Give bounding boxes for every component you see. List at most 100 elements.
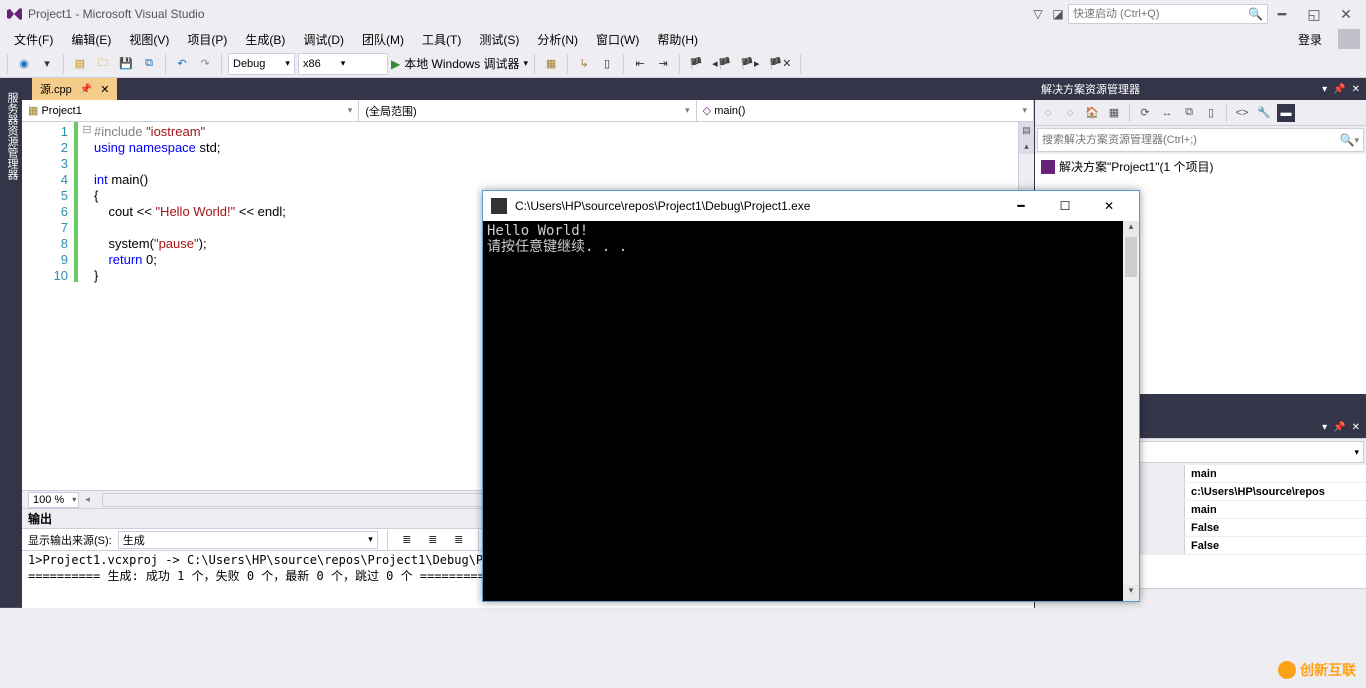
login-link[interactable]: 登录 [1290,29,1330,50]
save-all-button[interactable]: ⧉ [139,53,159,75]
hscroll-left-button[interactable]: ◂ [85,494,90,505]
solution-explorer-header[interactable]: 解决方案资源管理器 ▾📌✕ [1035,78,1366,100]
config-dropdown[interactable]: Debug▾ [228,53,295,75]
search-icon[interactable]: 🔍 [1248,7,1263,21]
project-dropdown[interactable]: ▦ Project1▾ [22,100,359,121]
menu-test[interactable]: 测试(S) [471,29,527,50]
menu-file[interactable]: 文件(F) [6,29,61,50]
toolbar-btn-c[interactable]: ▯ [597,53,617,75]
undo-button[interactable]: ↶ [172,53,192,75]
bookmark-clear-button[interactable]: 🏴✕ [766,53,795,75]
search-icon[interactable]: 🔍 [1340,133,1355,147]
quick-launch[interactable]: 🔍 [1068,4,1268,24]
standard-toolbar: ◉ ▾ ▤ 🗀 💾 ⧉ ↶ ↷ Debug▾ x86▾ ▶ 本地 Windows… [0,50,1366,78]
output-source-dropdown[interactable]: 生成▾ [118,531,378,549]
new-project-button[interactable]: ▤ [70,53,90,75]
output-btn-1[interactable]: ≣ [397,529,417,551]
outline-gutter[interactable]: ⊟ [80,122,94,490]
console-scroll-up[interactable]: ▴ [1123,221,1139,237]
console-minimize-button[interactable]: ━ [999,192,1043,220]
open-button[interactable]: 🗀 [93,53,113,75]
menu-view[interactable]: 视图(V) [121,29,177,50]
document-tab-source[interactable]: 源.cpp 📌 ✕ [32,78,117,100]
pin-icon[interactable]: 📌 [1333,422,1345,433]
close-icon[interactable]: ✕ [1352,422,1360,433]
console-window[interactable]: C:\Users\HP\source\repos\Project1\Debug\… [482,190,1140,602]
platform-dropdown[interactable]: x86▾ [298,53,388,75]
line-number-gutter: 12345678910 [22,122,72,490]
start-debug-button[interactable]: ▶ 本地 Windows 调试器 ▾ [391,55,528,72]
se-sync-button[interactable]: ▦ [1105,104,1123,122]
close-button[interactable]: ✕ [1332,6,1360,23]
menu-help[interactable]: 帮助(H) [649,29,706,50]
se-refresh-button[interactable]: ⟳ [1136,104,1154,122]
feedback-icon[interactable]: ◪ [1048,7,1068,21]
zoom-dropdown[interactable]: 100 % [28,492,79,508]
output-btn-3[interactable]: ≣ [449,529,469,551]
scope-dropdown[interactable]: (全局范围)▾ [359,100,696,121]
console-scroll-down[interactable]: ▾ [1123,585,1139,601]
solution-explorer-search[interactable]: 🔍 ▾ [1037,128,1364,152]
close-icon[interactable]: ✕ [100,83,109,96]
pin-icon[interactable]: 📌 [1333,84,1345,95]
console-close-button[interactable]: ✕ [1087,192,1131,220]
bookmark-next-button[interactable]: 🏴▸ [737,53,762,75]
menu-edit[interactable]: 编辑(E) [63,29,119,50]
forward-button[interactable]: ▾ [37,53,57,75]
watermark: 创新互联 [1278,660,1356,680]
output-btn-2[interactable]: ≣ [423,529,443,551]
solution-icon [1041,160,1055,174]
pin-icon[interactable]: 📌 [80,84,92,95]
menu-window[interactable]: 窗口(W) [588,29,647,50]
solution-node[interactable]: 解决方案"Project1"(1 个项目) [1041,158,1360,175]
indent-less-button[interactable]: ⇤ [630,53,650,75]
user-icon[interactable] [1338,29,1360,49]
window-titlebar: Project1 - Microsoft Visual Studio ▽ ◪ 🔍… [0,0,1366,28]
toolbox-tab[interactable]: 工具箱 [0,84,2,608]
se-props-button[interactable]: 🔧 [1255,104,1273,122]
toolbar-btn-a[interactable]: ▦ [541,53,561,75]
solution-explorer-search-input[interactable] [1042,134,1340,146]
console-icon [491,198,507,214]
se-scope-button[interactable]: ▯ [1202,104,1220,122]
minimize-button[interactable]: ━ [1268,6,1296,23]
console-scrollbar[interactable]: ▴ ▾ [1123,221,1139,601]
notifications-icon[interactable]: ▽ [1028,7,1048,21]
menu-tools[interactable]: 工具(T) [414,29,469,50]
console-output[interactable]: Hello World! 请按任意键继续. . . [483,221,1123,601]
server-explorer-tab[interactable]: 服务器资源管理器 [2,84,22,608]
menu-project[interactable]: 项目(P) [179,29,235,50]
se-fwd-button[interactable]: ◌ [1061,104,1079,122]
document-tab-label: 源.cpp [40,81,72,97]
scroll-up-button[interactable]: ▴ [1019,138,1034,154]
redo-button[interactable]: ↷ [195,53,215,75]
se-show-button[interactable]: ⧉ [1180,104,1198,122]
console-titlebar[interactable]: C:\Users\HP\source\repos\Project1\Debug\… [483,191,1139,221]
maximize-button[interactable]: ◱ [1300,6,1328,23]
se-code-button[interactable]: <> [1233,104,1251,122]
close-icon[interactable]: ✕ [1352,84,1360,95]
panel-dropdown-icon[interactable]: ▾ [1322,422,1327,433]
search-options-icon[interactable]: ▾ [1354,135,1359,146]
menu-analyze[interactable]: 分析(N) [529,29,586,50]
back-button[interactable]: ◉ [14,53,34,75]
console-scroll-thumb[interactable] [1125,237,1137,277]
bookmark-button[interactable]: 🏴 [686,53,706,75]
indent-more-button[interactable]: ⇥ [653,53,673,75]
split-button[interactable]: ▤ [1019,122,1034,138]
se-view-button[interactable]: ▬ [1277,104,1295,122]
panel-dropdown-icon[interactable]: ▾ [1322,84,1327,95]
se-back-button[interactable]: ◌ [1039,104,1057,122]
se-collapse-button[interactable]: ↔ [1158,104,1176,122]
bookmark-prev-button[interactable]: ◂🏴 [709,53,734,75]
menu-team[interactable]: 团队(M) [354,29,412,50]
console-maximize-button[interactable]: ☐ [1043,192,1087,220]
menu-build[interactable]: 生成(B) [237,29,293,50]
se-home-button[interactable]: 🏠 [1083,104,1101,122]
member-dropdown[interactable]: ◇ main()▾ [697,100,1034,121]
quick-launch-input[interactable] [1073,8,1248,20]
toolbar-btn-b[interactable]: ↳ [574,53,594,75]
save-button[interactable]: 💾 [116,53,136,75]
menu-bar: 文件(F) 编辑(E) 视图(V) 项目(P) 生成(B) 调试(D) 团队(M… [0,28,1366,50]
menu-debug[interactable]: 调试(D) [295,29,352,50]
